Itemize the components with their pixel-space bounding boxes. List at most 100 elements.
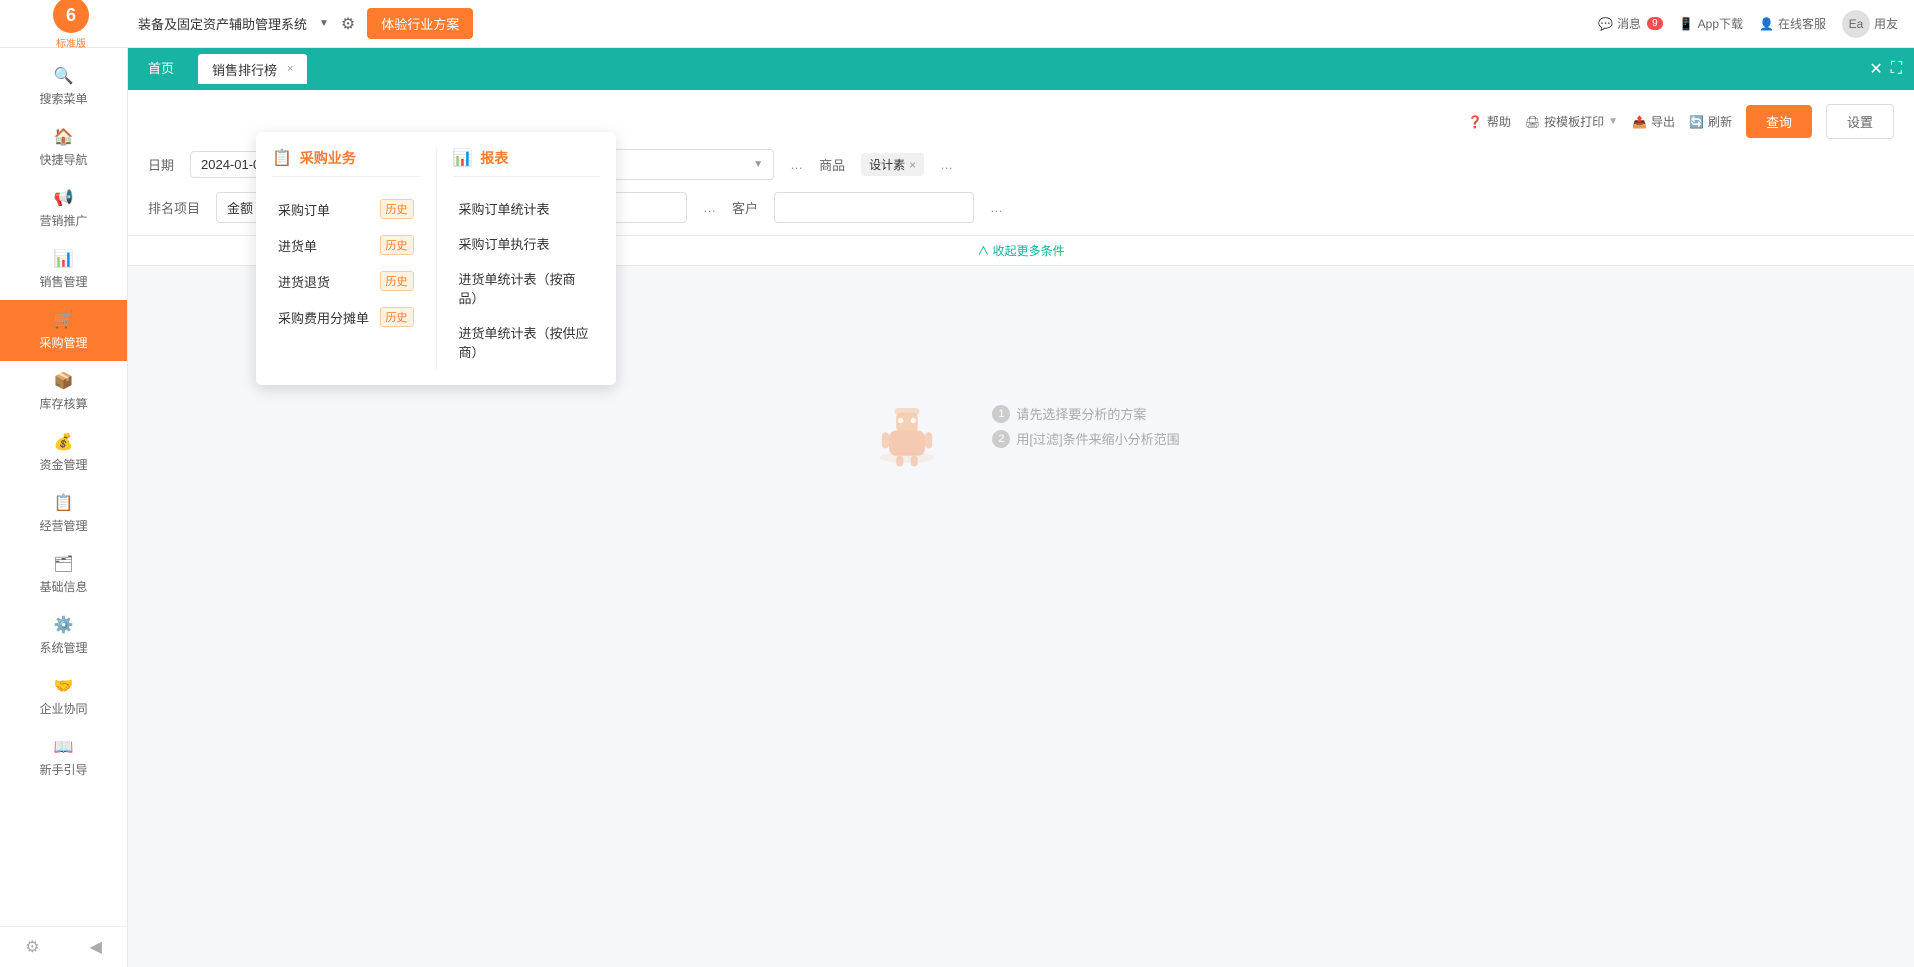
menu-item-inbound-return-label: 进货退货 xyxy=(278,272,374,291)
top-left: 6 标准版 装备及固定资产辅助管理系统 ▼ ⚙ 体验行业方案 xyxy=(16,0,473,50)
customer-ellipsis[interactable]: … xyxy=(990,200,1003,215)
sidebar-item-search[interactable]: 🔍 搜索菜单 xyxy=(0,56,127,117)
tab-bar: 首页 销售排行榜 × ✕ ⛶ xyxy=(128,48,1914,90)
empty-hint-2: 2 用[过滤]条件来缩小分析范围 xyxy=(992,429,1179,448)
export-action[interactable]: 📤 导出 xyxy=(1632,113,1675,130)
menu-item-purchase-expense[interactable]: 采购费用分摊单 历史 xyxy=(272,299,420,335)
purchase-col-icon: 📋 xyxy=(272,148,292,168)
sidebar-item-finance[interactable]: 💰 资金管理 xyxy=(0,422,127,483)
menu-item-purchase-order-stats-label: 采购订单统计表 xyxy=(459,199,595,218)
notifications-label: 消息 xyxy=(1617,15,1641,32)
settings-btn[interactable]: 设置 xyxy=(1826,104,1894,139)
user-label: 用友 xyxy=(1874,15,1898,32)
menu-item-inbound-return[interactable]: 进货退货 历史 xyxy=(272,263,420,299)
settings-icon-top[interactable]: ⚙ xyxy=(341,14,355,34)
menu-item-inbound-stats-goods[interactable]: 进货单统计表（按商品） xyxy=(453,261,601,315)
doc-status-ellipsis[interactable]: … xyxy=(790,157,803,172)
marketing-icon: 📢 xyxy=(54,188,74,208)
finance-icon: 💰 xyxy=(54,432,74,452)
sidebar-item-purchase[interactable]: 🛒 采购管理 xyxy=(0,300,127,361)
menu-item-purchase-expense-label: 采购费用分摊单 xyxy=(278,308,374,327)
customer-select[interactable] xyxy=(774,192,974,223)
goods-tag-remove[interactable]: × xyxy=(909,158,916,172)
menu-col-divider xyxy=(436,148,437,369)
menu-item-purchase-order-exec-label: 采购订单执行表 xyxy=(459,234,595,253)
user-action[interactable]: Ea 用友 xyxy=(1842,10,1898,38)
export-icon: 📤 xyxy=(1632,115,1647,129)
sidebar-top: 🔍 搜索菜单 🏠 快捷导航 📢 营销推广 📊 销售管理 🛒 采购管 xyxy=(0,48,127,796)
sidebar-label-newbie: 新手引导 xyxy=(39,761,87,778)
sidebar-label-inventory: 库存核算 xyxy=(39,395,87,412)
online-service-label: 在线客服 xyxy=(1778,15,1826,32)
goods-ellipsis[interactable]: … xyxy=(940,157,953,172)
menu-item-inbound-stats-goods-label: 进货单统计表（按商品） xyxy=(459,269,595,307)
sidebar-item-marketing[interactable]: 📢 营销推广 xyxy=(0,178,127,239)
sales-icon: 📊 xyxy=(54,249,74,269)
sidebar-item-collab[interactable]: 🤝 企业协同 xyxy=(0,666,127,727)
print-action[interactable]: 🖨 按模板打印 ▼ xyxy=(1525,113,1618,130)
menu-item-purchase-order[interactable]: 采购订单 历史 xyxy=(272,191,420,227)
industry-btn[interactable]: 体验行业方案 xyxy=(367,8,473,39)
menu-item-inbound-stats-supplier-label: 进货单统计表（按供应商） xyxy=(459,323,595,361)
sidebar-label-search: 搜索菜单 xyxy=(39,90,87,107)
refresh-icon: 🔄 xyxy=(1689,115,1704,129)
sidebar: 🔍 搜索菜单 🏠 快捷导航 📢 营销推广 📊 销售管理 🛒 采购管 xyxy=(0,48,128,967)
purchase-dropdown-menu: 📋 采购业务 采购订单 历史 进货单 历史 进货退货 xyxy=(256,132,616,385)
notifications-badge: 9 xyxy=(1647,17,1663,30)
menu-item-purchase-order-stats[interactable]: 采购订单统计表 xyxy=(453,191,601,226)
sidebar-item-quick[interactable]: 🏠 快捷导航 xyxy=(0,117,127,178)
sidebar-label-collab: 企业协同 xyxy=(39,700,87,717)
sidebar-item-operations[interactable]: 📋 经营管理 xyxy=(0,483,127,544)
collab-icon: 🤝 xyxy=(54,676,74,696)
sidebar-label-marketing: 营销推广 xyxy=(39,212,87,229)
customer-placeholder xyxy=(785,198,798,217)
system-icon: ⚙️ xyxy=(54,615,74,635)
top-bar: 6 标准版 装备及固定资产辅助管理系统 ▼ ⚙ 体验行业方案 💬 消息 9 📱 … xyxy=(0,0,1914,48)
goods-label: 商品 xyxy=(819,155,845,174)
tab-sales-ranking[interactable]: 销售排行榜 × xyxy=(198,54,307,84)
goods-tag-value: 设计素 xyxy=(869,156,905,173)
tab-close-btn[interactable]: × xyxy=(287,63,293,75)
rank-label: 排名项目 xyxy=(148,198,200,217)
sidebar-item-system[interactable]: ⚙️ 系统管理 xyxy=(0,605,127,666)
menu-col-reports-title: 📊 报表 xyxy=(453,148,601,177)
print-dropdown-icon[interactable]: ▼ xyxy=(1608,116,1618,127)
sidebar-label-finance: 资金管理 xyxy=(39,456,87,473)
sidebar-item-inventory[interactable]: 📦 库存核算 xyxy=(0,361,127,422)
search-icon: 🔍 xyxy=(54,66,74,86)
app-download-action[interactable]: 📱 App下载 xyxy=(1679,15,1743,32)
avatar: Ea xyxy=(1842,10,1870,38)
goods-tag: 设计素 × xyxy=(861,153,924,176)
page-content: ❓ 帮助 🖨 按模板打印 ▼ 📤 导出 🔄 xyxy=(128,90,1914,967)
reports-col-icon: 📊 xyxy=(453,148,473,168)
sidebar-settings-btn[interactable]: ⚙ xyxy=(25,937,39,957)
system-title-dropdown[interactable]: ▼ xyxy=(319,18,329,29)
sidebar-item-newbie[interactable]: 📖 新手引导 xyxy=(0,727,127,788)
notifications-action[interactable]: 💬 消息 9 xyxy=(1598,15,1663,32)
empty-hints: 1 请先选择要分析的方案 2 用[过滤]条件来缩小分析范围 xyxy=(992,404,1179,448)
tab-maximize-icon[interactable]: ⛶ xyxy=(1891,60,1902,78)
collapse-up-icon: ∧ xyxy=(977,244,989,258)
menu-item-inbound-stats-supplier[interactable]: 进货单统计表（按供应商） xyxy=(453,315,601,369)
help-icon: ❓ xyxy=(1468,115,1483,129)
online-service-action[interactable]: 👤 在线客服 xyxy=(1759,15,1826,32)
salesperson-ellipsis[interactable]: … xyxy=(703,200,716,215)
sidebar-item-base[interactable]: 🗂 基础信息 xyxy=(0,544,127,605)
main-area: 🔍 搜索菜单 🏠 快捷导航 📢 营销推广 📊 销售管理 🛒 采购管 xyxy=(0,48,1914,967)
purchase-icon: 🛒 xyxy=(54,310,74,330)
doc-status-arrow: ▼ xyxy=(753,159,763,170)
menu-item-purchase-order-exec[interactable]: 采购订单执行表 xyxy=(453,226,601,261)
phone-icon: 📱 xyxy=(1679,17,1694,31)
tab-home[interactable]: 首页 xyxy=(128,48,194,90)
reports-col-title-text: 报表 xyxy=(480,148,508,168)
help-action[interactable]: ❓ 帮助 xyxy=(1468,113,1511,130)
hint-num-2: 2 xyxy=(992,430,1010,448)
refresh-action[interactable]: 🔄 刷新 xyxy=(1689,113,1732,130)
query-btn[interactable]: 查询 xyxy=(1746,105,1812,138)
app-download-label: App下载 xyxy=(1698,15,1743,32)
sidebar-collapse-btn[interactable]: ◀ xyxy=(90,937,102,957)
sidebar-item-sales[interactable]: 📊 销售管理 xyxy=(0,239,127,300)
menu-item-inbound[interactable]: 进货单 历史 xyxy=(272,227,420,263)
menu-col-reports: 📊 报表 采购订单统计表 采购订单执行表 进货单统计表（按商品） xyxy=(453,148,601,369)
tab-close-all-icon[interactable]: ✕ xyxy=(1869,59,1882,79)
